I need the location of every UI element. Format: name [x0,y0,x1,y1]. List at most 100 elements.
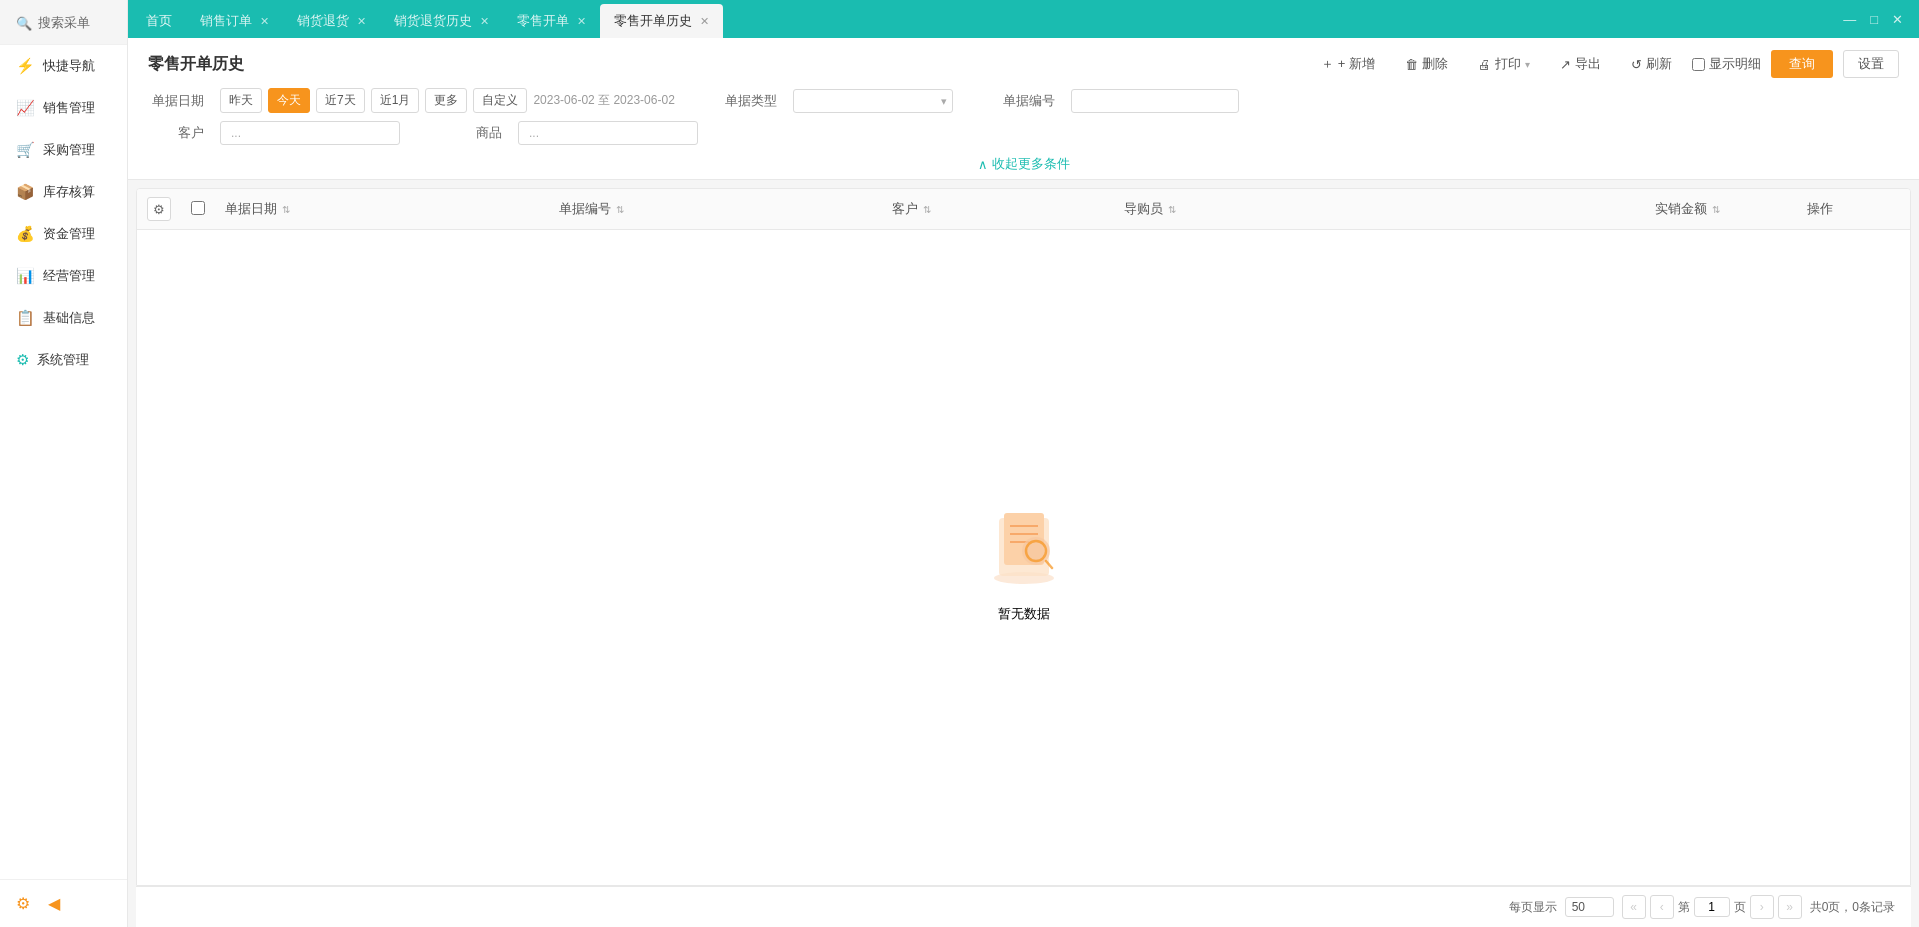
window-min-btn[interactable]: — [1839,10,1860,29]
next-page-btn[interactable]: › [1750,895,1774,919]
last-page-btn[interactable]: » [1778,895,1802,919]
sort-salesperson-icon[interactable]: ⇅ [1168,204,1176,215]
sort-no-icon[interactable]: ⇅ [616,204,624,215]
tab-home[interactable]: 首页 [132,4,186,38]
content-area: 零售开单历史 ＋ + 新增 🗑 删除 🖨 打印 ▾ [128,38,1919,927]
sidebar-item-quick-nav[interactable]: ⚡ 快捷导航 [0,45,127,87]
window-close-btn[interactable]: ✕ [1888,10,1907,29]
goods-input[interactable]: ... [518,121,698,145]
toolbar: ＋ + 新增 🗑 删除 🖨 打印 ▾ ↗ 导出 [1311,50,1899,78]
display-cols-checkbox[interactable] [1692,58,1705,71]
delete-button[interactable]: 🗑 删除 [1395,51,1458,77]
tab-retail-open-label: 零售开单 [517,12,569,30]
per-page-label: 每页显示 [1509,899,1557,916]
sidebar-item-label: 快捷导航 [43,57,95,75]
filter-area: 单据日期 昨天 今天 近7天 近1月 更多 自定义 2023-06-02 至 2… [148,88,1899,179]
add-button[interactable]: ＋ + 新增 [1311,51,1385,77]
sidebar-item-basic-info[interactable]: 📋 基础信息 [0,297,127,339]
refresh-button[interactable]: ↺ 刷新 [1621,51,1682,77]
print-icon: 🖨 [1478,57,1491,72]
select-all-checkbox[interactable] [191,201,205,215]
sidebar-item-finance[interactable]: 💰 资金管理 [0,213,127,255]
yesterday-btn[interactable]: 昨天 [220,88,262,113]
sidebar-item-system[interactable]: ⚙ 系统管理 [0,339,127,381]
collapse-label: 收起更多条件 [992,155,1070,173]
customer-label: 客户 [148,124,204,142]
tab-sales-return[interactable]: 销货退货 ✕ [283,4,380,38]
th-amount-label: 实销金额 [1655,201,1707,216]
page-header: 零售开单历史 ＋ + 新增 🗑 删除 🖨 打印 ▾ [128,38,1919,180]
tab-retail-open[interactable]: 零售开单 ✕ [503,4,600,38]
tab-sales-order-label: 销售订单 [200,12,252,30]
export-button[interactable]: ↗ 导出 [1550,51,1611,77]
add-icon: ＋ [1321,55,1334,73]
query-button[interactable]: 查询 [1771,50,1833,78]
sort-date-icon[interactable]: ⇅ [282,204,290,215]
th-no: 单据编号 ⇅ [549,189,883,230]
date-filter-control: 昨天 今天 近7天 近1月 更多 自定义 2023-06-02 至 2023-0… [220,88,675,113]
tabs-bar: 首页 销售订单 ✕ 销货退货 ✕ 销货退货历史 ✕ 零售开单 ✕ 零售开单历史 … [128,0,1919,38]
tab-sales-order-close[interactable]: ✕ [260,15,269,28]
settings-icon[interactable]: ⚙ [12,890,34,917]
tab-sales-order[interactable]: 销售订单 ✕ [186,4,283,38]
data-table: ⚙ 单据日期 ⇅ 单据编号 ⇅ [137,189,1910,230]
sidebar-item-purchase-mgmt[interactable]: 🛒 采购管理 [0,129,127,171]
basic-info-icon: 📋 [16,309,35,327]
empty-area: 暂无数据 [137,230,1910,885]
custom-btn[interactable]: 自定义 [473,88,527,113]
collapse-row[interactable]: ∧ 收起更多条件 [148,151,1899,179]
page-title: 零售开单历史 [148,54,244,75]
doc-type-label: 单据类型 [721,92,777,110]
doc-no-input[interactable] [1071,89,1239,113]
table-column-settings-icon[interactable]: ⚙ [147,197,171,221]
today-btn[interactable]: 今天 [268,88,310,113]
th-date: 单据日期 ⇅ [215,189,549,230]
per-page-select[interactable]: 50 10 20 100 [1565,897,1614,917]
tab-retail-history-close[interactable]: ✕ [700,15,709,28]
settings-button[interactable]: 设置 [1843,50,1899,78]
sort-amount-icon[interactable]: ⇅ [1712,204,1720,215]
window-max-btn[interactable]: □ [1866,10,1882,29]
th-action: 操作 [1730,189,1910,230]
sidebar-item-label: 基础信息 [43,309,95,327]
page-number-input[interactable] [1694,897,1730,917]
th-date-label: 单据日期 [225,201,277,216]
th-checkbox-col [181,189,215,230]
refresh-icon: ↺ [1631,57,1642,72]
display-toggle[interactable]: 显示明细 [1692,55,1761,73]
tab-home-label: 首页 [146,12,172,30]
sidebar-item-operations[interactable]: 📊 经营管理 [0,255,127,297]
doc-type-select[interactable] [793,89,953,113]
table-area: ⚙ 单据日期 ⇅ 单据编号 ⇅ [136,188,1911,886]
last7days-btn[interactable]: 近7天 [316,88,365,113]
sidebar-search[interactable]: 🔍 搜索采单 [0,0,127,45]
tab-sales-return-history-close[interactable]: ✕ [480,15,489,28]
th-salesperson-label: 导购员 [1124,201,1163,216]
sidebar-search-label: 搜索采单 [38,14,90,32]
sidebar-item-label: 库存核算 [43,183,95,201]
first-page-btn[interactable]: « [1622,895,1646,919]
more-btn[interactable]: 更多 [425,88,467,113]
tab-sales-return-close[interactable]: ✕ [357,15,366,28]
date-range-display: 2023-06-02 至 2023-06-02 [533,92,674,109]
sidebar-item-sales-mgmt[interactable]: 📈 销售管理 [0,87,127,129]
th-salesperson: 导购员 ⇅ [1114,189,1397,230]
page-nav: « ‹ 第 页 › » [1622,895,1802,919]
last1month-btn[interactable]: 近1月 [371,88,420,113]
tab-sales-return-history[interactable]: 销货退货历史 ✕ [380,4,503,38]
finance-icon: 💰 [16,225,35,243]
print-button[interactable]: 🖨 打印 ▾ [1468,51,1540,77]
sidebar-item-label: 经营管理 [43,267,95,285]
sidebar-item-label: 资金管理 [43,225,95,243]
collapse-sidebar-icon[interactable]: ◀ [44,890,64,917]
sort-customer-icon[interactable]: ⇅ [923,204,931,215]
tab-retail-open-close[interactable]: ✕ [577,15,586,28]
sidebar-item-label: 采购管理 [43,141,95,159]
tab-retail-history[interactable]: 零售开单历史 ✕ [600,4,723,38]
sidebar-item-inventory[interactable]: 📦 库存核算 [0,171,127,213]
empty-illustration [974,493,1074,593]
th-no-label: 单据编号 [559,201,611,216]
prev-page-btn[interactable]: ‹ [1650,895,1674,919]
sales-icon: 📈 [16,99,35,117]
customer-input[interactable]: ... [220,121,400,145]
